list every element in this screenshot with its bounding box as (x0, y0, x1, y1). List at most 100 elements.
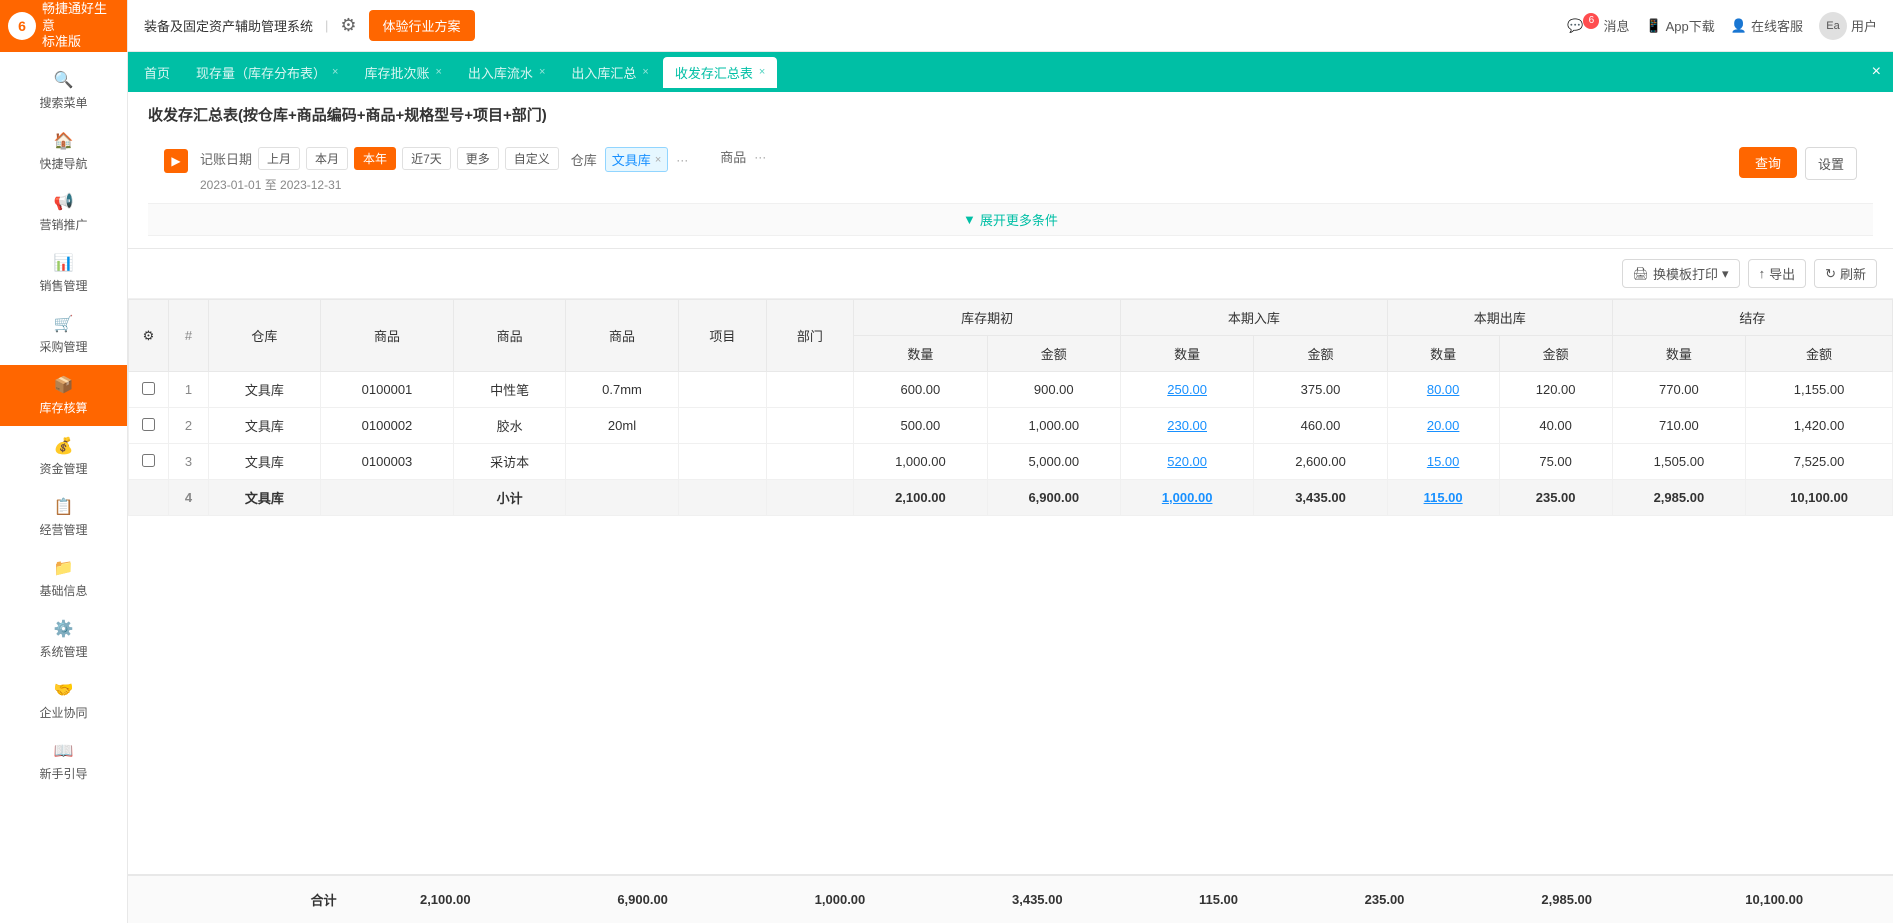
row-dept (766, 408, 854, 444)
col-init-qty-header: 数量 (854, 336, 987, 372)
tab-close-inout-flow[interactable]: × (539, 66, 545, 78)
topbar-settings-icon[interactable]: ⚙ (340, 15, 356, 36)
template-print-button[interactable]: 🖨 换模板打印 ▾ (1622, 259, 1740, 288)
col-spec-header: 商品 (565, 300, 678, 372)
sidebar-item-system[interactable]: ⚙️系统管理 (0, 609, 127, 670)
sales-icon: 📊 (54, 253, 74, 273)
warehouse-label: 仓库 (571, 150, 597, 169)
tab-close-recv-send[interactable]: × (759, 66, 765, 78)
row-dept (766, 372, 854, 408)
date-btn-last-month[interactable]: 上月 (258, 147, 300, 170)
col-in-header: 本期入库 (1120, 300, 1387, 336)
purchase-icon: 🛒 (54, 314, 74, 334)
tab-batch[interactable]: 库存批次账× (352, 57, 453, 88)
row-out-qty[interactable]: 80.00 (1387, 372, 1499, 408)
goods-more-icon[interactable]: ··· (754, 150, 766, 164)
row-out-qty[interactable]: 15.00 (1387, 444, 1499, 480)
row-out-qty[interactable]: 20.00 (1387, 408, 1499, 444)
row-project (679, 408, 767, 444)
row-code: 0100002 (320, 408, 453, 444)
row-no: 3 (169, 444, 209, 480)
row-in-qty[interactable]: 230.00 (1120, 408, 1253, 444)
warehouse-tag-close-icon[interactable]: × (655, 154, 661, 166)
row-warehouse: 文具库 (209, 444, 321, 480)
col-setting-header[interactable]: ⚙ (129, 300, 169, 372)
tab-inout-summary[interactable]: 出入库汇总× (559, 57, 660, 88)
topbar-system-title: 装备及固定资产辅助管理系统 (144, 16, 313, 35)
sidebar-label-basic: 基础信息 (39, 582, 87, 599)
tab-close-inout-summary[interactable]: × (642, 66, 648, 78)
col-init-header: 库存期初 (854, 300, 1121, 336)
filter-actions: 查询 设置 (1739, 147, 1857, 180)
message-button[interactable]: 💬 6 消息 (1567, 16, 1629, 35)
sidebar-item-basic[interactable]: 📁基础信息 (0, 548, 127, 609)
row-dept (766, 444, 854, 480)
export-button[interactable]: ↑ 导出 (1748, 259, 1807, 288)
row-code: 0100003 (320, 444, 453, 480)
row-code: 0100001 (320, 372, 453, 408)
sidebar-item-search[interactable]: 🔍搜索菜单 (0, 60, 127, 121)
row-in-qty[interactable]: 250.00 (1120, 372, 1253, 408)
query-button[interactable]: 查询 (1739, 147, 1797, 178)
user-button[interactable]: Ea 用户 (1819, 12, 1877, 40)
filter-collapse-button[interactable]: ▶ (164, 149, 188, 173)
sidebar-menu: 🔍搜索菜单🏠快捷导航📢营销推广📊销售管理🛒采购管理📦库存核算💰资金管理📋经营管理… (0, 52, 127, 923)
subtotal-out-qty[interactable]: 115.00 (1387, 480, 1499, 516)
row-checkbox[interactable] (129, 372, 169, 408)
main-area: 装备及固定资产辅助管理系统 | ⚙ 体验行业方案 💬 6 消息 📱 App下载 … (128, 0, 1893, 923)
subtotal-name: 小计 (454, 480, 566, 516)
warehouse-tag[interactable]: 文具库 × (605, 147, 668, 172)
sidebar-item-sales[interactable]: 📊销售管理 (0, 243, 127, 304)
sidebar-label-guide: 新手引导 (39, 765, 87, 782)
tab-close-stock-dist[interactable]: × (332, 66, 338, 78)
row-check-input[interactable] (142, 382, 155, 395)
date-btn-7days[interactable]: 近7天 (402, 147, 451, 170)
warehouse-more-icon[interactable]: ··· (676, 153, 688, 167)
date-btn-this-year[interactable]: 本年 (354, 147, 396, 170)
row-out-amt: 120.00 (1499, 372, 1612, 408)
logo-icon: 6 (8, 12, 36, 40)
tab-recv-send[interactable]: 收发存汇总表× (663, 57, 777, 88)
sidebar-item-inventory[interactable]: 📦库存核算 (0, 365, 127, 426)
date-btn-more[interactable]: 更多 (457, 147, 499, 170)
row-checkbox[interactable] (129, 444, 169, 480)
date-range-text: 2023-01-01 至 2023-12-31 (200, 176, 559, 193)
sidebar-item-purchase[interactable]: 🛒采购管理 (0, 304, 127, 365)
sidebar-item-quick-nav[interactable]: 🏠快捷导航 (0, 121, 127, 182)
tab-inout-flow[interactable]: 出入库流水× (456, 57, 557, 88)
sidebar-item-marketing[interactable]: 📢营销推广 (0, 182, 127, 243)
row-init-amt: 5,000.00 (987, 444, 1120, 480)
sidebar-item-operation[interactable]: 📋经营管理 (0, 487, 127, 548)
app-download-button[interactable]: 📱 App下载 (1645, 16, 1714, 35)
sidebar-item-collab[interactable]: 🤝企业协同 (0, 670, 127, 731)
row-in-qty[interactable]: 520.00 (1120, 444, 1253, 480)
tab-stock-dist[interactable]: 现存量（库存分布表）× (184, 57, 350, 88)
subtotal-in-qty[interactable]: 1,000.00 (1120, 480, 1253, 516)
row-check-input[interactable] (142, 418, 155, 431)
settings-button[interactable]: 设置 (1805, 147, 1857, 180)
topbar-right: 💬 6 消息 📱 App下载 👤 在线客服 Ea 用户 (1567, 12, 1877, 40)
service-button[interactable]: 👤 在线客服 (1731, 16, 1803, 35)
row-check-input[interactable] (142, 454, 155, 467)
col-init-amt-header: 金额 (987, 336, 1120, 372)
row-out-amt: 75.00 (1499, 444, 1612, 480)
row-checkbox[interactable] (129, 408, 169, 444)
col-no-header: # (169, 300, 209, 372)
expand-more-button[interactable]: ▼ 展开更多条件 (963, 210, 1058, 229)
refresh-button[interactable]: ↻ 刷新 (1814, 259, 1877, 288)
subtotal-init-amt: 6,900.00 (987, 480, 1120, 516)
row-in-amt: 460.00 (1254, 408, 1387, 444)
date-btn-custom[interactable]: 自定义 (505, 147, 559, 170)
tab-close-batch[interactable]: × (435, 66, 441, 78)
subtotal-bal-amt: 10,100.00 (1746, 480, 1893, 516)
export-icon: ↑ (1759, 266, 1766, 281)
sidebar-item-guide[interactable]: 📖新手引导 (0, 731, 127, 792)
warehouse-tag-text: 文具库 (612, 150, 651, 169)
date-btn-this-month[interactable]: 本月 (306, 147, 348, 170)
trial-button[interactable]: 体验行业方案 (369, 10, 475, 41)
tabs-close-all-button[interactable]: × (1864, 59, 1889, 85)
row-bal-amt: 1,155.00 (1746, 372, 1893, 408)
tab-home[interactable]: 首页 (132, 57, 182, 88)
sidebar-item-finance[interactable]: 💰资金管理 (0, 426, 127, 487)
filter-bar: ▶ 记账日期 上月 本月 本年 近7天 更多 自定义 2023-01-01 至 … (148, 137, 1873, 204)
